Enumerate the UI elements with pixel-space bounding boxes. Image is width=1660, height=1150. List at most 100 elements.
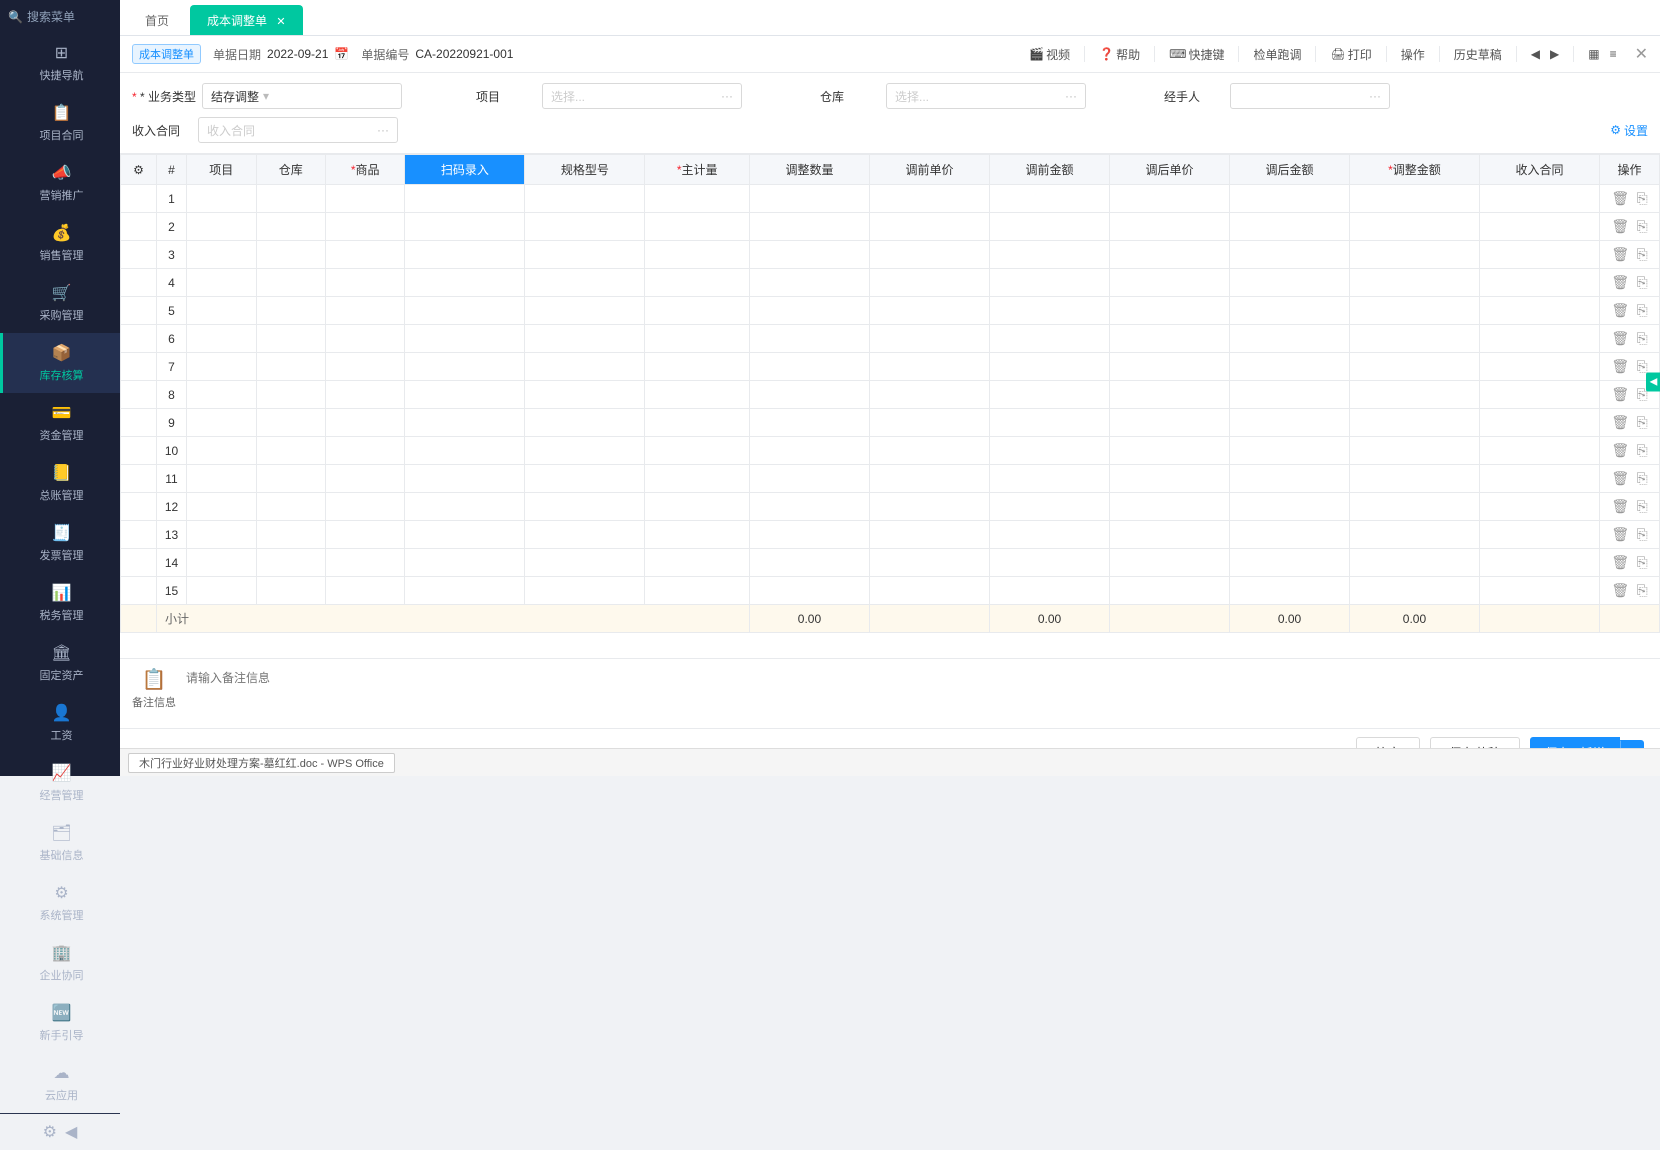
row-warehouse-cell[interactable] [256,241,326,269]
row-unit-cell[interactable] [645,185,750,213]
row-product-cell[interactable] [326,493,405,521]
row-unit-cell[interactable] [645,465,750,493]
row-before-unit-price-cell[interactable] [869,185,989,213]
row-after-unit-price-cell[interactable] [1110,185,1230,213]
row-project-cell[interactable] [187,465,257,493]
row-project-cell[interactable] [187,325,257,353]
row-spec-cell[interactable] [525,213,645,241]
row-project-cell[interactable] [187,353,257,381]
row-project-cell[interactable] [187,185,257,213]
row-scan-cell[interactable] [405,465,525,493]
row-project-cell[interactable] [187,549,257,577]
row-before-unit-price-cell[interactable] [869,213,989,241]
row-product-cell[interactable] [326,297,405,325]
row-product-cell[interactable] [326,185,405,213]
sidebar-item-purchase-mgmt[interactable]: 🛒 采购管理 [0,273,120,333]
row-after-amount-cell[interactable] [1230,185,1350,213]
row-unit-cell[interactable] [645,241,750,269]
delete-row-icon[interactable]: 🗑 [1609,218,1631,234]
row-adjust-amount-cell[interactable] [1350,353,1480,381]
row-product-cell[interactable] [326,353,405,381]
row-scan-cell[interactable] [405,521,525,549]
copy-row-icon[interactable]: ⎘ [1634,246,1649,262]
row-scan-cell[interactable] [405,577,525,605]
sidebar-search[interactable]: 🔍 搜索菜单 [0,0,120,33]
row-adjust-amount-cell[interactable] [1350,521,1480,549]
row-before-unit-price-cell[interactable] [869,241,989,269]
window-close-icon[interactable]: ✕ [1635,44,1648,64]
row-after-amount-cell[interactable] [1230,353,1350,381]
sidebar-item-cloud-apps[interactable]: ☁ 云应用 [0,1053,120,1113]
row-product-cell[interactable] [326,325,405,353]
row-before-amount-cell[interactable] [989,437,1109,465]
row-scan-cell[interactable] [405,549,525,577]
row-before-unit-price-cell[interactable] [869,325,989,353]
row-income-contract-cell[interactable] [1479,493,1599,521]
row-spec-cell[interactable] [525,381,645,409]
row-spec-cell[interactable] [525,325,645,353]
delete-row-icon[interactable]: 🗑 [1609,386,1631,402]
delete-row-icon[interactable]: 🗑 [1609,190,1631,206]
row-warehouse-cell[interactable] [256,325,326,353]
row-after-unit-price-cell[interactable] [1110,437,1230,465]
row-project-cell[interactable] [187,213,257,241]
row-adjust-amount-cell[interactable] [1350,269,1480,297]
copy-row-icon[interactable]: ⎘ [1634,554,1649,570]
row-before-amount-cell[interactable] [989,409,1109,437]
row-unit-cell[interactable] [645,269,750,297]
row-after-amount-cell[interactable] [1230,381,1350,409]
row-after-amount-cell[interactable] [1230,213,1350,241]
row-project-cell[interactable] [187,577,257,605]
row-scan-cell[interactable] [405,185,525,213]
copy-row-icon[interactable]: ⎘ [1634,498,1649,514]
row-income-contract-cell[interactable] [1479,213,1599,241]
sidebar-item-enterprise[interactable]: 🏢 企业协同 [0,933,120,993]
row-after-amount-cell[interactable] [1230,465,1350,493]
row-after-amount-cell[interactable] [1230,325,1350,353]
shortcut-btn[interactable]: ⌨ 快捷键 [1169,46,1224,63]
row-after-amount-cell[interactable] [1230,297,1350,325]
income-contract-input[interactable]: 收入合同 ··· [198,117,398,143]
row-adjust-amount-cell[interactable] [1350,549,1480,577]
row-before-amount-cell[interactable] [989,241,1109,269]
row-adjust-qty-cell[interactable] [749,549,869,577]
row-after-unit-price-cell[interactable] [1110,577,1230,605]
row-warehouse-cell[interactable] [256,409,326,437]
row-after-unit-price-cell[interactable] [1110,381,1230,409]
row-unit-cell[interactable] [645,353,750,381]
row-adjust-qty-cell[interactable] [749,241,869,269]
sidebar-item-tax-mgmt[interactable]: 📊 税务管理 [0,573,120,633]
sidebar-item-payroll[interactable]: 👤 工资 [0,693,120,753]
row-warehouse-cell[interactable] [256,185,326,213]
row-before-amount-cell[interactable] [989,353,1109,381]
row-scan-cell[interactable] [405,213,525,241]
row-before-amount-cell[interactable] [989,185,1109,213]
sidebar-item-project-contract[interactable]: 📋 项目合同 [0,93,120,153]
sidebar-item-sales-mgmt[interactable]: 💰 销售管理 [0,213,120,273]
row-spec-cell[interactable] [525,465,645,493]
row-scan-cell[interactable] [405,437,525,465]
row-product-cell[interactable] [326,577,405,605]
copy-row-icon[interactable]: ⎘ [1634,218,1649,234]
row-after-amount-cell[interactable] [1230,269,1350,297]
delete-row-icon[interactable]: 🗑 [1609,526,1631,542]
copy-row-icon[interactable]: ⎘ [1634,442,1649,458]
row-scan-cell[interactable] [405,381,525,409]
row-before-amount-cell[interactable] [989,213,1109,241]
row-income-contract-cell[interactable] [1479,241,1599,269]
notes-input[interactable] [186,667,1648,697]
row-spec-cell[interactable] [525,493,645,521]
row-product-cell[interactable] [326,437,405,465]
row-before-unit-price-cell[interactable] [869,269,989,297]
sidebar-item-fixed-assets[interactable]: 🏛 固定资产 [0,633,120,693]
row-after-unit-price-cell[interactable] [1110,521,1230,549]
warehouse-input[interactable]: 选择... ··· [886,83,1086,109]
row-after-amount-cell[interactable] [1230,521,1350,549]
row-adjust-amount-cell[interactable] [1350,213,1480,241]
row-after-amount-cell[interactable] [1230,437,1350,465]
project-input[interactable]: 选择... ··· [542,83,742,109]
row-spec-cell[interactable] [525,409,645,437]
tab-cost-adjust[interactable]: 成本调整单 ✕ [190,5,303,35]
row-adjust-amount-cell[interactable] [1350,493,1480,521]
row-project-cell[interactable] [187,521,257,549]
